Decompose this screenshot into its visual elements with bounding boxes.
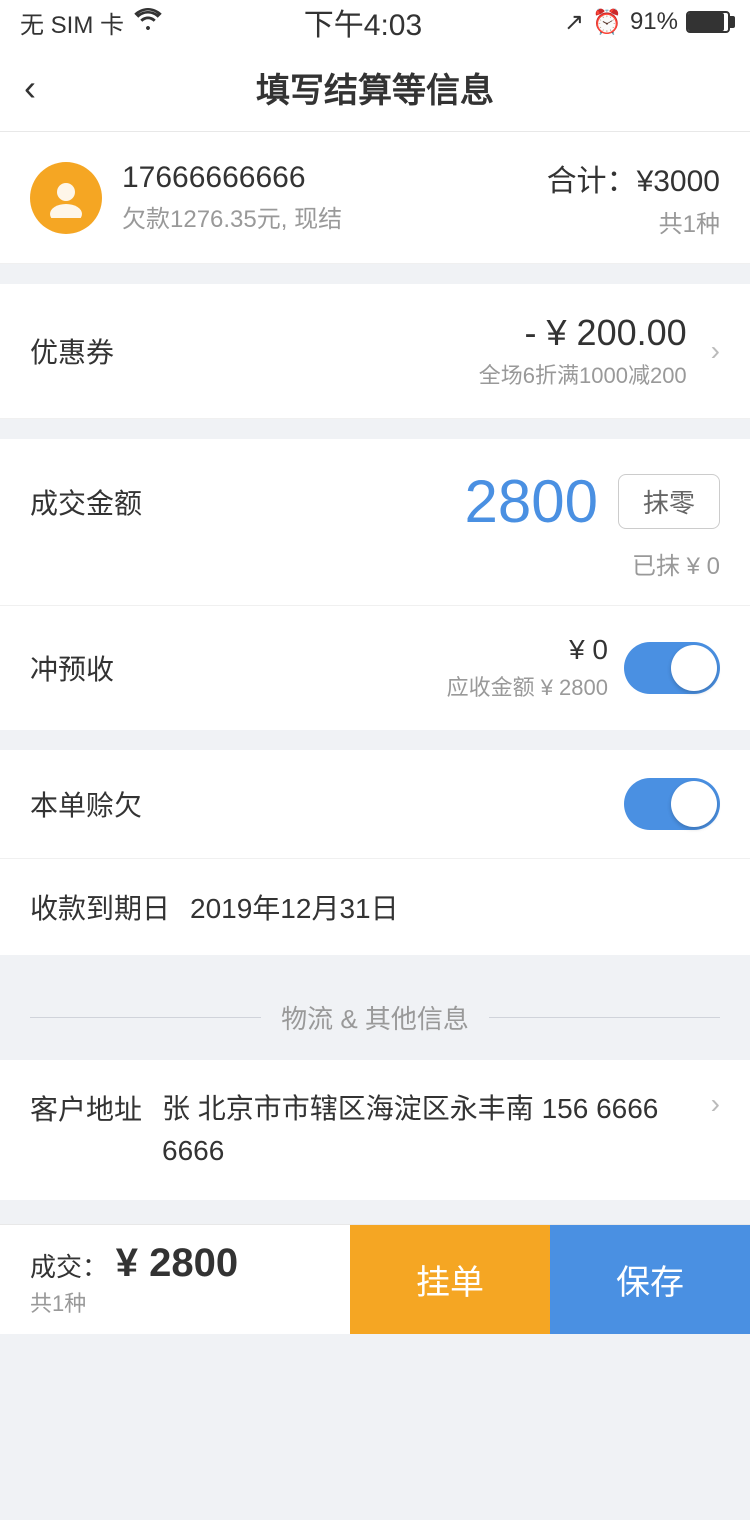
bottom-count: 共1种 bbox=[30, 1286, 320, 1318]
bottom-deal-label: 成交： bbox=[30, 1252, 108, 1282]
debt-label: 本单赊欠 bbox=[30, 784, 142, 824]
customer-phone: 17666666666 bbox=[122, 161, 342, 195]
bottom-bar: 成交： ¥ 2800 共1种 挂单 保存 bbox=[0, 1224, 750, 1334]
chevron-right-icon: › bbox=[711, 335, 720, 367]
status-right: ↗ ⏰ 91% bbox=[564, 8, 730, 37]
bottom-summary: 成交： ¥ 2800 共1种 bbox=[0, 1225, 350, 1334]
alarm-icon: ⏰ bbox=[592, 8, 622, 37]
deal-rounded-sub: 已抹 ¥ 0 bbox=[0, 546, 750, 605]
location-icon: ↗ bbox=[564, 8, 584, 37]
customer-row: 17666666666 欠款1276.35元, 现结 合计：¥3000 共1种 bbox=[0, 132, 750, 264]
wifi-icon bbox=[134, 8, 162, 37]
logistics-label: 物流 & 其他信息 bbox=[281, 999, 469, 1036]
discount-value: - ¥ 200.00 bbox=[479, 312, 687, 354]
address-row[interactable]: 客户地址 张 北京市市辖区海淀区永丰南 156 6666 6666 › bbox=[0, 1060, 750, 1200]
total-count: 共1种 bbox=[547, 204, 720, 239]
status-bar: 无 SIM 卡 下午4:03 ↗ ⏰ 91% bbox=[0, 0, 750, 44]
logistics-divider: 物流 & 其他信息 bbox=[0, 975, 750, 1060]
avatar bbox=[30, 162, 102, 234]
hold-button[interactable]: 挂单 bbox=[350, 1225, 550, 1334]
deal-amount: 2800 bbox=[465, 467, 598, 536]
advance-sub: 应收金额 ¥ 2800 bbox=[447, 670, 608, 702]
nav-bar: ‹ 填写结算等信息 bbox=[0, 44, 750, 132]
save-button[interactable]: 保存 bbox=[550, 1225, 750, 1334]
carrier-label: 无 SIM 卡 bbox=[20, 5, 124, 40]
total-amount: 合计：¥3000 bbox=[547, 156, 720, 200]
round-button[interactable]: 抹零 bbox=[618, 474, 720, 529]
deal-amount-section: 成交金额 2800 抹零 已抹 ¥ 0 bbox=[0, 439, 750, 605]
address-label: 客户地址 bbox=[30, 1088, 142, 1128]
bottom-amount: ¥ 2800 bbox=[116, 1241, 238, 1285]
customer-note: 欠款1276.35元, 现结 bbox=[122, 199, 342, 234]
address-value: 张 北京市市辖区海淀区永丰南 156 6666 6666 bbox=[162, 1088, 703, 1172]
back-button[interactable]: ‹ bbox=[24, 67, 36, 109]
due-date-row: 收款到期日 2019年12月31日 bbox=[0, 858, 750, 955]
battery-percent: 91% bbox=[630, 8, 678, 36]
deal-label: 成交金额 bbox=[30, 482, 142, 522]
advance-toggle[interactable] bbox=[624, 642, 720, 694]
due-date-label: 收款到期日 bbox=[30, 887, 170, 927]
discount-sub: 全场6折满1000减200 bbox=[479, 358, 687, 390]
status-left: 无 SIM 卡 bbox=[20, 5, 162, 40]
status-time: 下午4:03 bbox=[304, 0, 422, 44]
advance-row: 冲预收 ¥ 0 应收金额 ¥ 2800 bbox=[0, 605, 750, 730]
page-title: 填写结算等信息 bbox=[256, 63, 494, 112]
battery-icon bbox=[686, 11, 730, 33]
debt-toggle[interactable] bbox=[624, 778, 720, 830]
advance-value: ¥ 0 bbox=[447, 634, 608, 666]
discount-row[interactable]: 优惠券 - ¥ 200.00 全场6折满1000减200 › bbox=[0, 284, 750, 419]
chevron-right-icon: › bbox=[711, 1088, 720, 1120]
discount-label: 优惠券 bbox=[30, 331, 114, 371]
debt-row: 本单赊欠 bbox=[0, 750, 750, 858]
due-date-value: 2019年12月31日 bbox=[190, 887, 399, 927]
advance-label: 冲预收 bbox=[30, 648, 114, 688]
